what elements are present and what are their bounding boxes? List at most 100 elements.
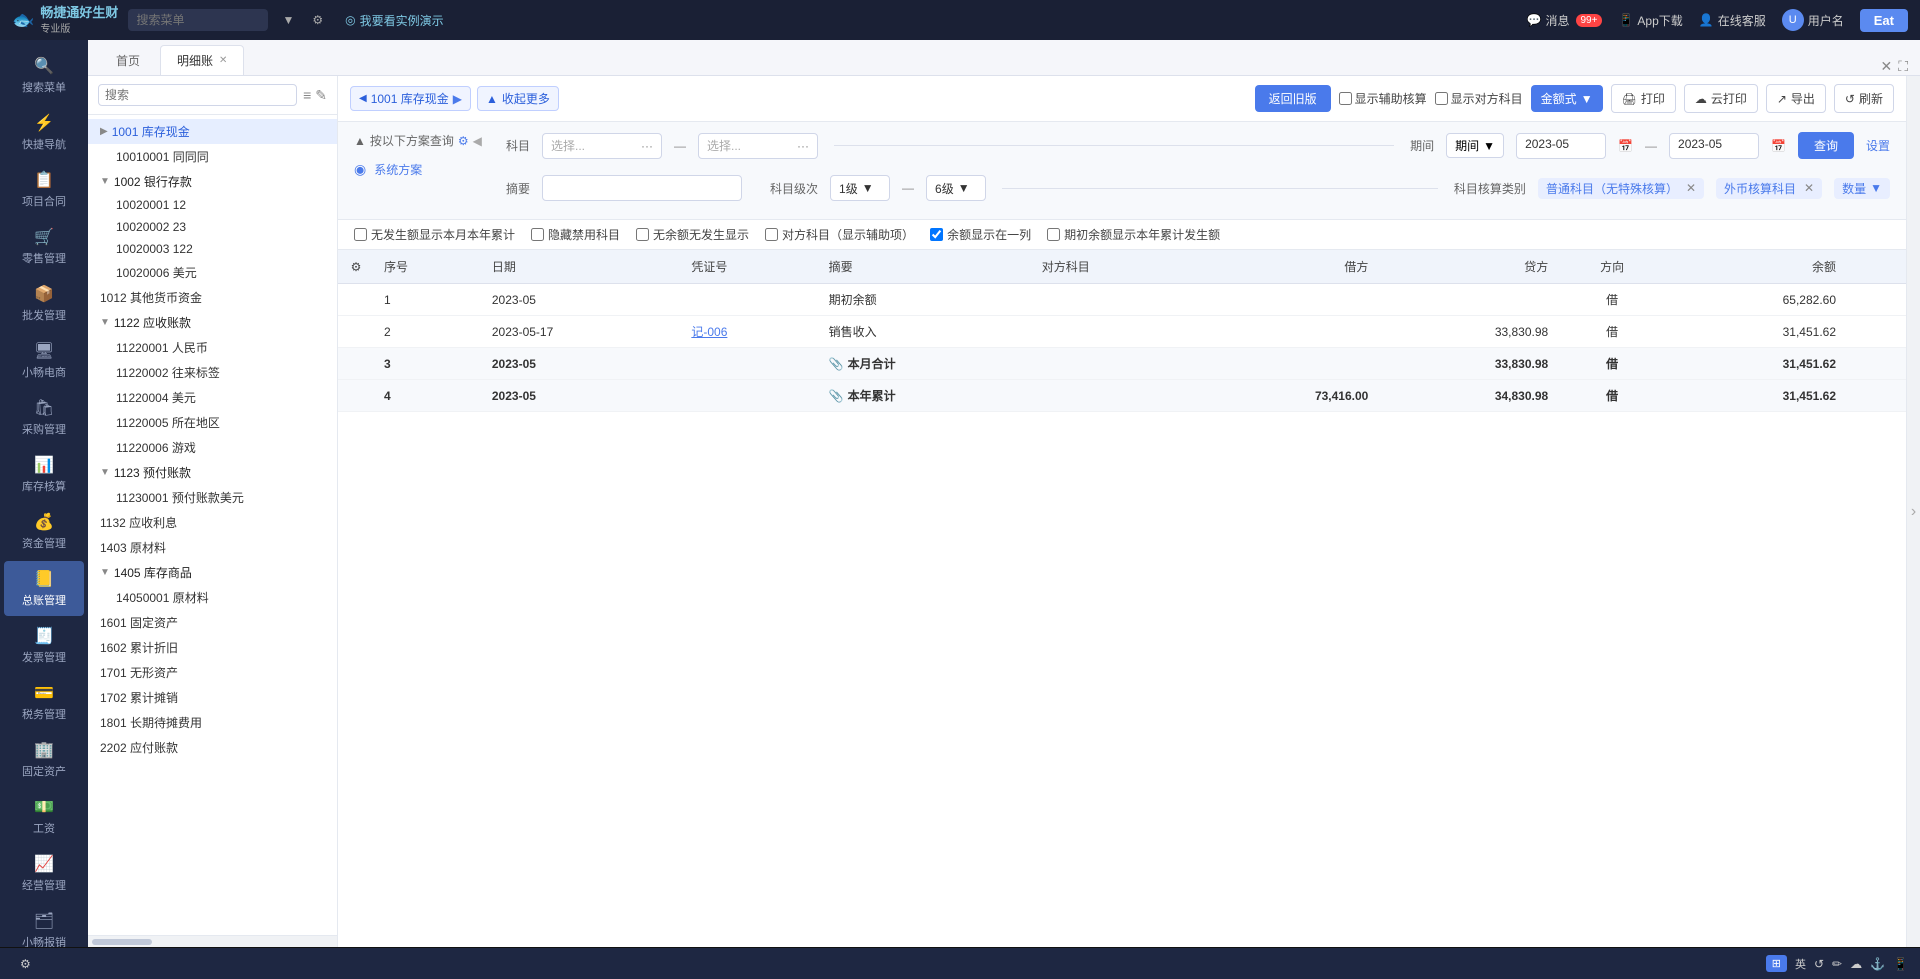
right-collapse-handle[interactable]: › (1906, 76, 1920, 947)
tree-node-1122[interactable]: ▼ 1122 应收账款 (88, 310, 337, 335)
message-btn[interactable]: 💬 消息 99+ (1527, 12, 1603, 29)
tab-close-btn[interactable]: ✕ (1880, 58, 1892, 75)
tree-node-10020003[interactable]: 10020003 122 (88, 238, 337, 260)
tree-scrollbar-thumb[interactable] (92, 939, 152, 945)
print-btn[interactable]: 🖨 打印 (1611, 84, 1676, 113)
filter-no-balance[interactable]: 无发生额显示本月本年累计 (354, 226, 515, 243)
scheme-collapse-icon[interactable]: ◀ (473, 134, 482, 148)
tree-node-14050001[interactable]: 14050001 原材料 (88, 585, 337, 610)
subject-start-field[interactable]: 选择... ··· (542, 133, 662, 159)
bottom-lang-zh-btn[interactable]: ⊞ (1766, 955, 1787, 972)
amount-format-btn[interactable]: 金额式 ▼ (1531, 85, 1603, 112)
filter-no-balance-show-checkbox[interactable] (636, 228, 649, 241)
show-opposite-check[interactable]: 显示对方科目 (1435, 90, 1523, 107)
sidebar-item-inventory[interactable]: 📊 库存核算 (4, 447, 84, 502)
date-cal-start-icon[interactable]: 📅 (1618, 139, 1633, 153)
filter-hide-disabled-checkbox[interactable] (531, 228, 544, 241)
tree-node-1403[interactable]: 1403 原材料 (88, 535, 337, 560)
sidebar-item-finance[interactable]: 💰 资金管理 (4, 504, 84, 559)
tag-foreign-close-icon[interactable]: ✕ (1804, 181, 1814, 195)
sidebar-item-ecom[interactable]: 🖥 小畅电商 (4, 333, 84, 388)
subject-end-field[interactable]: 选择... ··· (698, 133, 818, 159)
summary-input[interactable] (542, 175, 742, 201)
tree-node-1012[interactable]: 1012 其他货币资金 (88, 285, 337, 310)
tree-node-11220001[interactable]: 11220001 人民币 (88, 335, 337, 360)
filter-opposite-show[interactable]: 对方科目（显示辅助项） (765, 226, 914, 243)
tree-node-1123[interactable]: ▼ 1123 预付账款 (88, 460, 337, 485)
tree-node-11220005[interactable]: 11220005 所在地区 (88, 410, 337, 435)
sidebar-item-quick-nav[interactable]: ⚡ 快捷导航 (4, 105, 84, 160)
level-start-select[interactable]: 1级 ▼ (830, 175, 890, 201)
sidebar-item-mini-report[interactable]: 🗂 小畅报销 (4, 903, 84, 947)
sidebar-item-project[interactable]: 📋 项目合同 (4, 162, 84, 217)
sidebar-item-fixed-assets[interactable]: 🏢 固定资产 (4, 732, 84, 787)
sidebar-item-invoice[interactable]: 🧾 发票管理 (4, 618, 84, 673)
show-auxiliary-check[interactable]: 显示辅助核算 (1339, 90, 1427, 107)
quantity-down-icon[interactable]: ▼ (1870, 181, 1882, 195)
back-old-btn[interactable]: 返回旧版 (1255, 85, 1331, 112)
tree-node-1602[interactable]: 1602 累计折旧 (88, 635, 337, 660)
search-btn[interactable]: 查询 (1798, 132, 1854, 159)
online-service-btn[interactable]: 👤 在线客服 (1699, 12, 1766, 29)
tag-quantity[interactable]: 数量 ▼ (1834, 178, 1890, 199)
filter-no-balance-checkbox[interactable] (354, 228, 367, 241)
tree-node-10020006[interactable]: 10020006 美元 (88, 260, 337, 285)
tree-node-2202[interactable]: 2202 应付账款 (88, 735, 337, 760)
sidebar-item-tax[interactable]: 💳 税务管理 (4, 675, 84, 730)
level-end-select[interactable]: 6级 ▼ (926, 175, 986, 201)
expand-more-btn[interactable]: ▲ 收起更多 (477, 86, 559, 111)
tree-list-icon[interactable]: ≡ (303, 87, 311, 104)
scheme-settings-icon[interactable]: ⚙ (458, 134, 469, 148)
tag-foreign[interactable]: 外币核算科目 ✕ (1716, 178, 1822, 199)
sidebar-item-salary[interactable]: 💵 工资 (4, 789, 84, 844)
tree-node-1405[interactable]: ▼ 1405 库存商品 (88, 560, 337, 585)
sidebar-item-operations[interactable]: 📈 经营管理 (4, 846, 84, 901)
cloud-print-btn[interactable]: ☁ 云打印 (1684, 84, 1758, 113)
topbar-gear-icon[interactable]: ⚙ (312, 13, 323, 27)
show-auxiliary-checkbox[interactable] (1339, 92, 1352, 105)
filter-no-balance-show[interactable]: 无余额无发生显示 (636, 226, 749, 243)
sidebar-item-wholesale[interactable]: 📦 批发管理 (4, 276, 84, 331)
export-btn[interactable]: ↗ 导出 (1766, 84, 1826, 113)
date-cal-end-icon[interactable]: 📅 (1771, 139, 1786, 153)
settings-btn[interactable]: 设置 (1866, 137, 1890, 154)
period-type-select[interactable]: 期间 ▼ (1446, 133, 1504, 158)
bottom-gear-btn[interactable]: ⚙ (12, 955, 39, 973)
tree-node-1701[interactable]: 1701 无形资产 (88, 660, 337, 685)
tree-node-11220006[interactable]: 11220006 游戏 (88, 435, 337, 460)
tree-scroll-bar[interactable] (88, 935, 337, 947)
sidebar-item-purchase[interactable]: 🛍 采购管理 (4, 390, 84, 445)
sidebar-item-search-menu[interactable]: 🔍 搜索菜单 (4, 48, 84, 103)
tree-node-10010001[interactable]: 10010001 同同同 (88, 144, 337, 169)
more-icon2[interactable]: ··· (797, 139, 809, 153)
tree-node-1001[interactable]: ▶ 1001 库存现金 (88, 119, 337, 144)
tab-close-icon[interactable]: ✕ (219, 55, 227, 66)
tag-normal-close-icon[interactable]: ✕ (1686, 181, 1696, 195)
bottom-refresh-icon[interactable]: ↺ (1814, 957, 1824, 971)
filter-opposite-show-checkbox[interactable] (765, 228, 778, 241)
tag-normal[interactable]: 普通科目（无特殊核算） ✕ (1538, 178, 1704, 199)
eat-button[interactable]: Eat (1860, 9, 1908, 32)
show-opposite-checkbox[interactable] (1435, 92, 1448, 105)
topbar-search-input[interactable] (128, 9, 268, 31)
query-scheme-header[interactable]: ▲ 按以下方案查询 ⚙ ◀ (354, 132, 494, 149)
tree-node-1601[interactable]: 1601 固定资产 (88, 610, 337, 635)
period-start-input[interactable]: 2023-05 (1516, 133, 1606, 159)
refresh-btn[interactable]: ↺ 刷新 (1834, 84, 1894, 113)
demo-btn[interactable]: ◎ 我要看实例演示 (345, 12, 444, 29)
tree-node-11220002[interactable]: 11220002 往来标签 (88, 360, 337, 385)
tree-node-1702[interactable]: 1702 累计摊销 (88, 685, 337, 710)
tree-add-icon[interactable]: ✎ (315, 87, 327, 104)
tree-node-10020001[interactable]: 10020001 12 (88, 194, 337, 216)
tree-node-11220004[interactable]: 11220004 美元 (88, 385, 337, 410)
filter-balance-one-col-checkbox[interactable] (930, 228, 943, 241)
voucher-link[interactable]: 记-006 (691, 325, 727, 339)
bottom-lang-en-btn[interactable]: 英 (1795, 956, 1806, 972)
app-download-btn[interactable]: 📱 App下载 (1618, 12, 1682, 29)
th-gear[interactable]: ⚙ (338, 250, 374, 284)
filter-hide-disabled[interactable]: 隐藏禁用科目 (531, 226, 620, 243)
filter-balance-one-col[interactable]: 余额显示在一列 (930, 226, 1031, 243)
user-btn[interactable]: U 用户名 (1782, 9, 1844, 31)
bottom-mobile-icon[interactable]: 📱 (1893, 957, 1908, 971)
tree-node-10020002[interactable]: 10020002 23 (88, 216, 337, 238)
